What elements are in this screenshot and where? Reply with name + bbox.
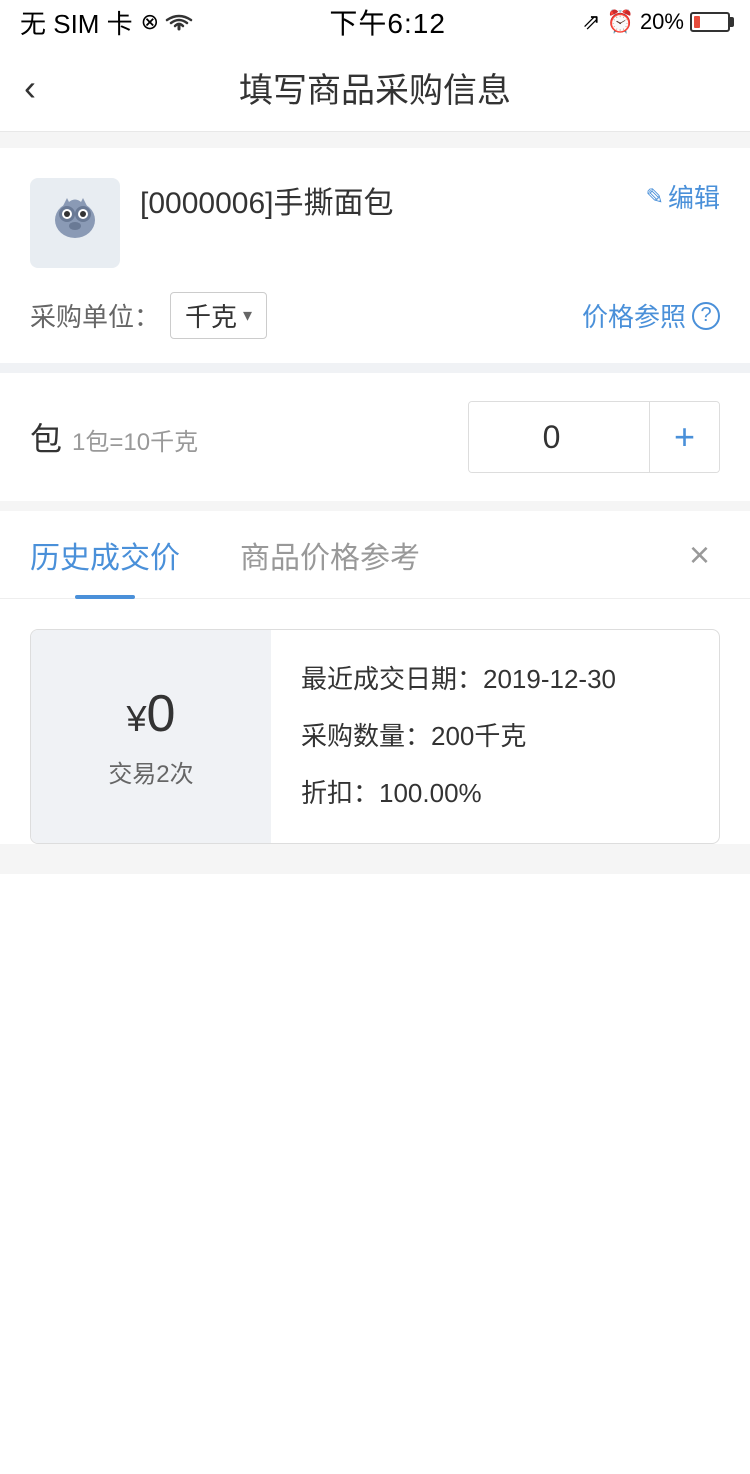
status-right: ⇗ ⏰ 20% [582,9,730,35]
unit-select[interactable]: 千克 ▾ [170,292,267,339]
location-icon: ⇗ [582,9,600,35]
tabs-header: 历史成交价 商品价格参考 × [0,511,750,599]
qty-unit-name: 包 [30,414,62,460]
purchase-qty-row: 采购数量：200千克 [301,717,689,756]
alarm-icon: ⏰ [607,9,634,35]
carrier-text: 无 SIM 卡 [20,4,133,41]
quantity-row: 包 1包=10千克 + [0,373,750,501]
battery-icon [690,12,730,32]
edit-button[interactable]: ✎ 编辑 [646,178,720,215]
qty-conversion: 1包=10千克 [72,422,198,457]
price-value: 0 [147,685,176,743]
tabs-section: 历史成交价 商品价格参考 × ¥0 交易2次 最近成交日期：2019-12-30… [0,511,750,844]
qty-unit-info: 包 1包=10千克 [30,414,198,460]
price-card: ¥0 交易2次 最近成交日期：2019-12-30 采购数量：200千克 折扣：… [30,629,720,844]
page-title: 填写商品采购信息 [239,63,511,112]
product-meta: 采购单位： 千克 ▾ 价格参照 ? [30,292,720,339]
discount-value: 100.00% [379,778,482,808]
unit-label: 采购单位： [30,297,160,334]
qty-input-group: + [468,401,720,473]
discount-row: 折扣：100.00% [301,774,689,813]
wifi-icon: ⊗ [141,9,194,35]
status-bar: 无 SIM 卡 ⊗ 下午6:12 ⇗ ⏰ 20% [0,0,750,44]
currency-symbol: ¥ [127,698,147,739]
recent-date-label: 最近成交日期： [301,664,483,694]
tab-price-reference[interactable]: 商品价格参考 [240,511,420,599]
product-name: [0000006]手撕面包 [140,187,393,220]
price-reference-button[interactable]: 价格参照 ? [582,297,720,334]
price-card-right: 最近成交日期：2019-12-30 采购数量：200千克 折扣：100.00% [271,630,719,843]
status-left: 无 SIM 卡 ⊗ [20,4,193,41]
recent-date-row: 最近成交日期：2019-12-30 [301,660,689,699]
quantity-input[interactable] [469,402,649,472]
edit-label: 编辑 [668,178,720,215]
edit-icon: ✎ [646,184,664,210]
section-separator [0,363,750,373]
back-button[interactable]: ‹ [24,67,36,109]
price-card-left: ¥0 交易2次 [31,630,271,843]
recent-date-value: 2019-12-30 [483,664,616,694]
close-button[interactable]: × [679,524,720,586]
unit-value: 千克 [185,297,237,334]
trade-count: 交易2次 [108,754,193,789]
tabs-nav: 历史成交价 商品价格参考 [30,511,420,599]
quantity-plus-button[interactable]: + [649,402,719,472]
bottom-space [0,874,750,1474]
question-icon: ? [692,302,720,330]
price-amount: ¥0 [127,684,176,744]
purchase-qty-value: 200千克 [431,721,526,751]
product-thumbnail [30,178,120,268]
chevron-down-icon: ▾ [243,305,252,326]
product-left: [0000006]手撕面包 [30,178,393,268]
nav-bar: ‹ 填写商品采购信息 [0,44,750,132]
battery-percent: 20% [640,9,684,35]
product-name-container: [0000006]手撕面包 [140,178,393,222]
discount-label: 折扣： [301,778,379,808]
status-time: 下午6:12 [329,2,446,42]
product-card: [0000006]手撕面包 ✎ 编辑 采购单位： 千克 ▾ 价格参照 ? [0,148,750,363]
price-ref-label: 价格参照 [582,297,686,334]
purchase-qty-label: 采购数量： [301,721,431,751]
product-thumbnail-icon [45,188,105,258]
product-header: [0000006]手撕面包 ✎ 编辑 [30,178,720,268]
unit-row: 采购单位： 千克 ▾ [30,292,267,339]
tab-history-price[interactable]: 历史成交价 [30,511,180,599]
